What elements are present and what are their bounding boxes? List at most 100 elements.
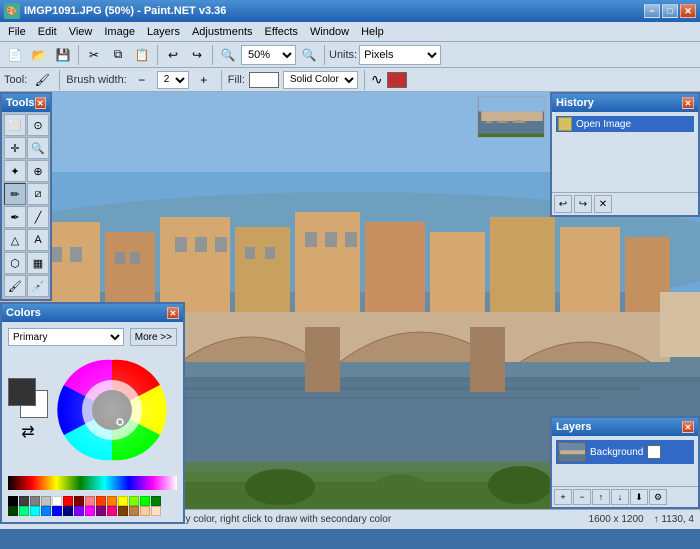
colors-titlebar[interactable]: Colors ✕ bbox=[2, 304, 183, 322]
color-cell-orange[interactable] bbox=[107, 496, 117, 506]
color-cell-lt-gray[interactable] bbox=[41, 496, 51, 506]
tool-clone[interactable]: ⊕ bbox=[27, 160, 49, 182]
tool-gradient[interactable]: ▦ bbox=[27, 252, 49, 274]
cut-icon[interactable]: ✂ bbox=[83, 44, 105, 66]
layer-delete-btn[interactable]: − bbox=[573, 489, 591, 505]
color-cell-dk-green[interactable] bbox=[151, 496, 161, 506]
color-cell-navy[interactable] bbox=[63, 506, 73, 516]
color-cell-forest[interactable] bbox=[8, 506, 18, 516]
title-bar-buttons[interactable]: − □ ✕ bbox=[644, 4, 696, 18]
menu-image[interactable]: Image bbox=[98, 24, 141, 40]
color-cell-blue[interactable] bbox=[52, 506, 62, 516]
color-cell-dk-gray[interactable] bbox=[19, 496, 29, 506]
tool-lasso[interactable]: ⊙ bbox=[27, 114, 49, 136]
open-icon[interactable]: 📂 bbox=[28, 44, 50, 66]
color-cell-magenta[interactable] bbox=[85, 506, 95, 516]
menu-layers[interactable]: Layers bbox=[141, 24, 186, 40]
menu-help[interactable]: Help bbox=[355, 24, 390, 40]
redo-icon[interactable]: ↪ bbox=[186, 44, 208, 66]
color-cell-lt-blue[interactable] bbox=[41, 506, 51, 516]
layer-add-btn[interactable]: + bbox=[554, 489, 572, 505]
tool-magic-wand[interactable]: ✦ bbox=[4, 160, 26, 182]
brush-width-select[interactable]: 2135 bbox=[157, 71, 189, 89]
color-cell-lt-peach[interactable] bbox=[151, 506, 161, 516]
tool-fill[interactable]: ⬡ bbox=[4, 252, 26, 274]
history-clear-btn[interactable]: ✕ bbox=[594, 195, 612, 213]
color-cell-orange-red[interactable] bbox=[96, 496, 106, 506]
color-cell-cyan[interactable] bbox=[30, 506, 40, 516]
save-icon[interactable]: 💾 bbox=[52, 44, 74, 66]
color-cell-red[interactable] bbox=[63, 496, 73, 506]
menu-file[interactable]: File bbox=[2, 24, 32, 40]
color-mode-select[interactable]: PrimarySecondary bbox=[8, 328, 124, 346]
copy-icon[interactable]: ⧉ bbox=[107, 44, 129, 66]
history-titlebar[interactable]: History ✕ bbox=[552, 94, 698, 112]
primary-color-swatch[interactable] bbox=[8, 378, 36, 406]
tool-text[interactable]: A bbox=[27, 229, 49, 251]
color-cell-brown[interactable] bbox=[118, 506, 128, 516]
color-cell-yellow[interactable] bbox=[118, 496, 128, 506]
units-select[interactable]: PixelsInchesCentimeters bbox=[359, 45, 441, 65]
history-close[interactable]: ✕ bbox=[682, 97, 694, 109]
tool-eyedropper[interactable]: 💉 bbox=[27, 275, 49, 297]
color-cell-black[interactable] bbox=[8, 496, 18, 506]
layers-close[interactable]: ✕ bbox=[682, 421, 694, 433]
color-cell-peach[interactable] bbox=[140, 506, 150, 516]
color-cell-purple[interactable] bbox=[96, 506, 106, 516]
color-cell-yellow-green[interactable] bbox=[129, 496, 139, 506]
tool-rect-select[interactable]: ⬜ bbox=[4, 114, 26, 136]
layers-titlebar[interactable]: Layers ✕ bbox=[552, 418, 698, 436]
color-cell-green[interactable] bbox=[140, 496, 150, 506]
layer-merge-btn[interactable]: ⬇ bbox=[630, 489, 648, 505]
tool-line[interactable]: ╱ bbox=[27, 206, 49, 228]
color-cell-dk-red[interactable] bbox=[74, 496, 84, 506]
tools-close[interactable]: ✕ bbox=[35, 97, 46, 109]
close-button[interactable]: ✕ bbox=[680, 4, 696, 18]
curve-icon[interactable]: ∿ bbox=[371, 71, 383, 88]
tool-move[interactable]: ✛ bbox=[4, 137, 26, 159]
layer-item[interactable]: Background ✓ bbox=[556, 440, 694, 464]
tool-paintbrush[interactable]: ✏ bbox=[4, 183, 26, 205]
zoom-in-icon[interactable]: 🔍 bbox=[298, 44, 320, 66]
new-icon[interactable]: 📄 bbox=[4, 44, 26, 66]
menu-edit[interactable]: Edit bbox=[32, 24, 63, 40]
tool-recolor[interactable]: 🖌 bbox=[4, 275, 26, 297]
color-cell-spring[interactable] bbox=[19, 506, 29, 516]
menu-effects[interactable]: Effects bbox=[259, 24, 304, 40]
minimize-button[interactable]: − bbox=[644, 4, 660, 18]
tool-pencil[interactable]: ✒ bbox=[4, 206, 26, 228]
tools-titlebar[interactable]: Tools ✕ bbox=[2, 94, 50, 112]
tool-zoom[interactable]: 🔍 bbox=[27, 137, 49, 159]
undo-icon[interactable]: ↩ bbox=[162, 44, 184, 66]
menu-view[interactable]: View bbox=[63, 24, 99, 40]
menu-adjustments[interactable]: Adjustments bbox=[186, 24, 259, 40]
colors-close[interactable]: ✕ bbox=[167, 307, 179, 319]
layer-up-btn[interactable]: ↑ bbox=[592, 489, 610, 505]
tool-shapes[interactable]: △ bbox=[4, 229, 26, 251]
color-cell-tan[interactable] bbox=[129, 506, 139, 516]
more-button[interactable]: More >> bbox=[130, 328, 177, 346]
color-wheel[interactable] bbox=[52, 350, 172, 470]
color-gradient-bar[interactable] bbox=[8, 476, 177, 490]
fill-select[interactable]: Solid ColorGradientNone bbox=[283, 71, 358, 89]
zoom-out-icon[interactable]: 🔍 bbox=[217, 44, 239, 66]
tool-eraser[interactable]: ⧄ bbox=[27, 183, 49, 205]
color-cell-lt-red[interactable] bbox=[85, 496, 95, 506]
swap-colors-icon[interactable]: ⇄ bbox=[21, 422, 34, 442]
brush-decrease-icon[interactable]: − bbox=[131, 69, 153, 91]
zoom-select[interactable]: 50%25%100%200% bbox=[241, 45, 296, 65]
paste-icon[interactable]: 📋 bbox=[131, 44, 153, 66]
layer-visibility[interactable]: ✓ bbox=[647, 445, 661, 459]
color-cell-violet[interactable] bbox=[74, 506, 84, 516]
history-item[interactable]: Open Image bbox=[556, 116, 694, 132]
menu-window[interactable]: Window bbox=[304, 24, 355, 40]
color-cell-pink[interactable] bbox=[107, 506, 117, 516]
color-cell-white[interactable] bbox=[52, 496, 62, 506]
layer-props-btn[interactable]: ⚙ bbox=[649, 489, 667, 505]
layer-down-btn[interactable]: ↓ bbox=[611, 489, 629, 505]
color-cell-gray[interactable] bbox=[30, 496, 40, 506]
brush-increase-icon[interactable]: + bbox=[193, 69, 215, 91]
maximize-button[interactable]: □ bbox=[662, 4, 678, 18]
history-redo-btn[interactable]: ↪ bbox=[574, 195, 592, 213]
history-undo-btn[interactable]: ↩ bbox=[554, 195, 572, 213]
